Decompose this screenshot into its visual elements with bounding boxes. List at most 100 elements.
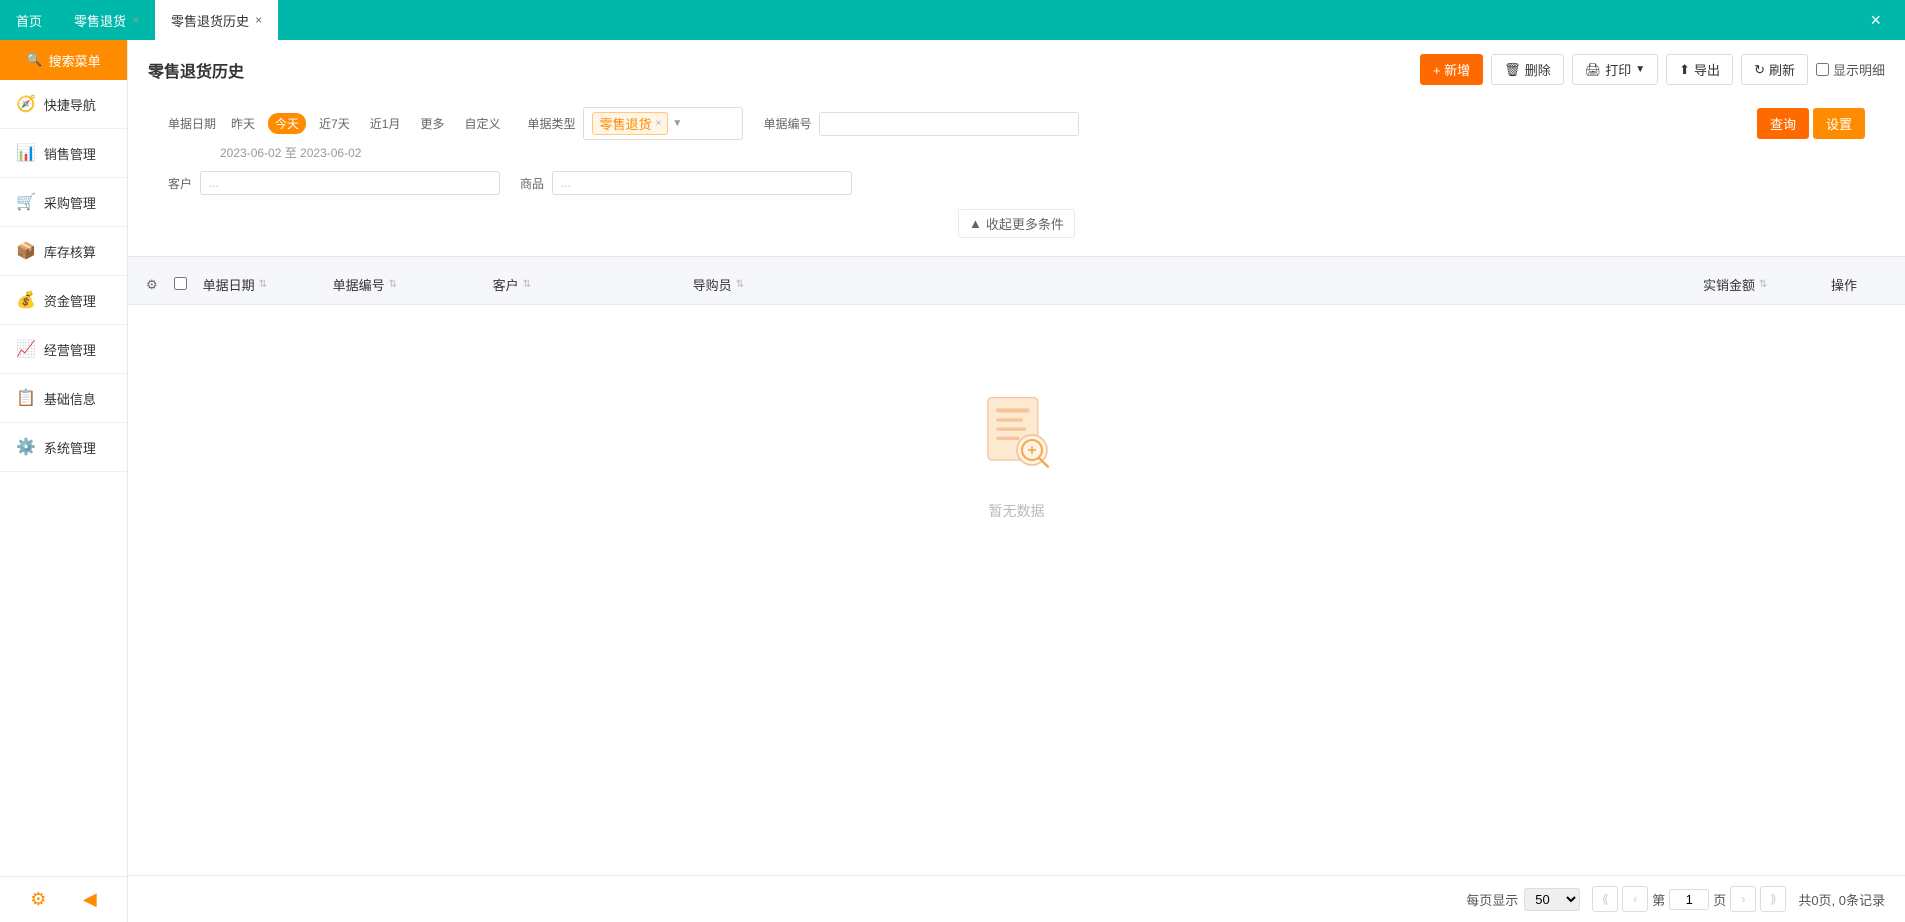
col-action-label: 操作 (1831, 275, 1857, 294)
page-actions: + 新增 🗑 删除 🖨 打印 ▼ ⬆ 导出 ↻ (1420, 54, 1885, 85)
tab-retail-return-close[interactable]: × (132, 13, 139, 27)
search-icon: 🔍 (26, 52, 42, 68)
col-date-label: 单据日期 (203, 275, 255, 294)
customer-select[interactable]: ... (200, 171, 500, 195)
pagination-size: 每页显示 20 50 100 (1466, 888, 1580, 911)
next-page-button[interactable]: › (1730, 886, 1756, 912)
date-range-display: 2023-06-02 至 2023-06-02 (168, 144, 1865, 161)
col-amount[interactable]: 实销金额 ⇅ (1695, 275, 1815, 294)
page-size-label: 每页显示 (1466, 890, 1518, 909)
page-number-input[interactable] (1669, 889, 1709, 910)
tab-retail-return[interactable]: 零售退货 × (58, 0, 155, 40)
date-btn-more[interactable]: 更多 (413, 113, 451, 134)
table-select-all-checkbox[interactable] (166, 277, 195, 293)
doc-no-input[interactable] (819, 112, 1079, 136)
col-customer[interactable]: 客户 ⇅ (485, 275, 685, 294)
delete-label: 删除 (1525, 60, 1551, 79)
date-btn-7days[interactable]: 近7天 (312, 113, 357, 134)
finance-icon: 💰 (16, 290, 36, 310)
query-button[interactable]: 查询 (1757, 108, 1809, 139)
content-area: 零售退货历史 + 新增 🗑 删除 🖨 打印 ▼ ⬆ 导出 (128, 40, 1905, 922)
col-guide-label: 导购员 (693, 275, 732, 294)
sidebar-bottom: ⚙ ◀ (0, 876, 127, 922)
tab-retail-return-history[interactable]: 零售退货历史 × (155, 0, 278, 40)
doc-no-filter-item: 单据编号 (763, 112, 1079, 136)
table-settings-icon[interactable]: ⚙ (138, 277, 166, 293)
date-btn-custom[interactable]: 自定义 (457, 113, 507, 134)
query-action-buttons: 查询 设置 (1757, 108, 1865, 139)
sidebar-settings-button[interactable]: ⚙ (30, 889, 46, 910)
col-order-no[interactable]: 单据编号 ⇅ (325, 275, 485, 294)
sidebar-item-quick-nav-label: 快捷导航 (44, 95, 96, 114)
sidebar-item-finance-label: 资金管理 (44, 291, 96, 310)
collapse-button[interactable]: ▲ 收起更多条件 (958, 209, 1075, 238)
sidebar-item-sales-label: 销售管理 (44, 144, 96, 163)
doc-type-tag-value: 零售退货 (599, 114, 651, 133)
sidebar-item-quick-nav[interactable]: 🧭 快捷导航 (0, 80, 127, 129)
refresh-icon: ↻ (1754, 62, 1765, 78)
sidebar-item-operations[interactable]: 📈 经营管理 (0, 325, 127, 374)
sidebar-item-purchase-label: 采购管理 (44, 193, 96, 212)
page-label: 第 (1652, 890, 1665, 909)
date-filter-buttons: 昨天 今天 近7天 近1月 更多 自定义 (224, 113, 507, 134)
date-btn-yesterday[interactable]: 昨天 (224, 113, 262, 134)
sidebar-item-inventory-label: 库存核算 (44, 242, 96, 261)
sidebar-collapse-button[interactable]: ◀ (83, 889, 97, 910)
date-btn-1month[interactable]: 近1月 (363, 113, 408, 134)
goods-label: 商品 (520, 175, 544, 192)
add-button[interactable]: + 新增 (1420, 54, 1483, 85)
pagination-nav: ⟪ ‹ 第 页 › ⟫ (1592, 886, 1786, 912)
select-all-input[interactable] (174, 277, 187, 290)
page-header: 零售退货历史 + 新增 🗑 删除 🖨 打印 ▼ ⬆ 导出 (128, 40, 1905, 257)
print-button[interactable]: 🖨 打印 ▼ (1572, 54, 1658, 85)
date-btn-today[interactable]: 今天 (268, 113, 306, 134)
col-date[interactable]: 单据日期 ⇅ (195, 275, 325, 294)
pagination-total-info: 共0页, 0条记录 (1798, 890, 1885, 909)
collapse-up-icon: ▲ (969, 216, 982, 231)
delete-icon: 🗑 (1504, 62, 1521, 78)
sidebar-item-finance[interactable]: 💰 资金管理 (0, 276, 127, 325)
inventory-icon: 📦 (16, 241, 36, 261)
sidebar-search[interactable]: 🔍 搜索菜单 (0, 40, 127, 80)
export-icon: ⬆ (1679, 62, 1690, 78)
sales-icon: 📊 (16, 143, 36, 163)
col-action: 操作 (1815, 275, 1895, 294)
last-page-button[interactable]: ⟫ (1760, 886, 1786, 912)
sidebar-item-inventory[interactable]: 📦 库存核算 (0, 227, 127, 276)
page-size-select[interactable]: 20 50 100 (1524, 888, 1580, 911)
filter-row-1: 单据日期 昨天 今天 近7天 近1月 更多 自定义 单据类型 (168, 107, 1865, 140)
sidebar-menu: 🧭 快捷导航 📊 销售管理 🛒 采购管理 📦 库存核算 💰 资金管理 📈 (0, 80, 127, 876)
sidebar-item-system-mgmt[interactable]: ⚙️ 系统管理 (0, 423, 127, 472)
operations-icon: 📈 (16, 339, 36, 359)
page-unit: 页 (1713, 890, 1726, 909)
goods-filter-item: 商品 ... (520, 171, 852, 195)
window-close-button[interactable]: × (1862, 10, 1889, 31)
doc-no-label: 单据编号 (763, 115, 811, 132)
sidebar-item-purchase-mgmt[interactable]: 🛒 采购管理 (0, 178, 127, 227)
sidebar: 🔍 搜索菜单 🧭 快捷导航 📊 销售管理 🛒 采购管理 📦 库存核算 💰 (0, 40, 128, 922)
doc-type-tag-close[interactable]: × (655, 118, 661, 129)
sidebar-search-label: 搜索菜单 (49, 51, 101, 70)
goods-select[interactable]: ... (552, 171, 852, 195)
print-icon: 🖨 (1585, 62, 1602, 78)
delete-button[interactable]: 🗑 删除 (1491, 54, 1564, 85)
tab-retail-return-history-close[interactable]: × (255, 13, 262, 27)
empty-icon (967, 385, 1067, 485)
tab-home[interactable]: 首页 (0, 0, 58, 40)
main-layout: 🔍 搜索菜单 🧭 快捷导航 📊 销售管理 🛒 采购管理 📦 库存核算 💰 (0, 40, 1905, 922)
export-button[interactable]: ⬆ 导出 (1666, 54, 1733, 85)
doc-type-select[interactable]: 零售退货 × ▼ (583, 107, 743, 140)
col-guide[interactable]: 导购员 ⇅ (685, 275, 1695, 294)
goods-placeholder: ... (561, 176, 571, 190)
sidebar-item-basic-info[interactable]: 📋 基础信息 (0, 374, 127, 423)
show-detail-label: 显示明细 (1833, 60, 1885, 79)
settings-button[interactable]: 设置 (1813, 108, 1865, 139)
prev-page-button[interactable]: ‹ (1622, 886, 1648, 912)
refresh-button[interactable]: ↻ 刷新 (1741, 54, 1808, 85)
show-detail-checkbox-label[interactable]: 显示明细 (1816, 60, 1885, 79)
sidebar-item-sales-mgmt[interactable]: 📊 销售管理 (0, 129, 127, 178)
table-area: ⚙ 单据日期 ⇅ 单据编号 ⇅ 客户 (128, 257, 1905, 875)
refresh-label: 刷新 (1769, 60, 1795, 79)
first-page-button[interactable]: ⟪ (1592, 886, 1618, 912)
show-detail-checkbox[interactable] (1816, 63, 1829, 76)
